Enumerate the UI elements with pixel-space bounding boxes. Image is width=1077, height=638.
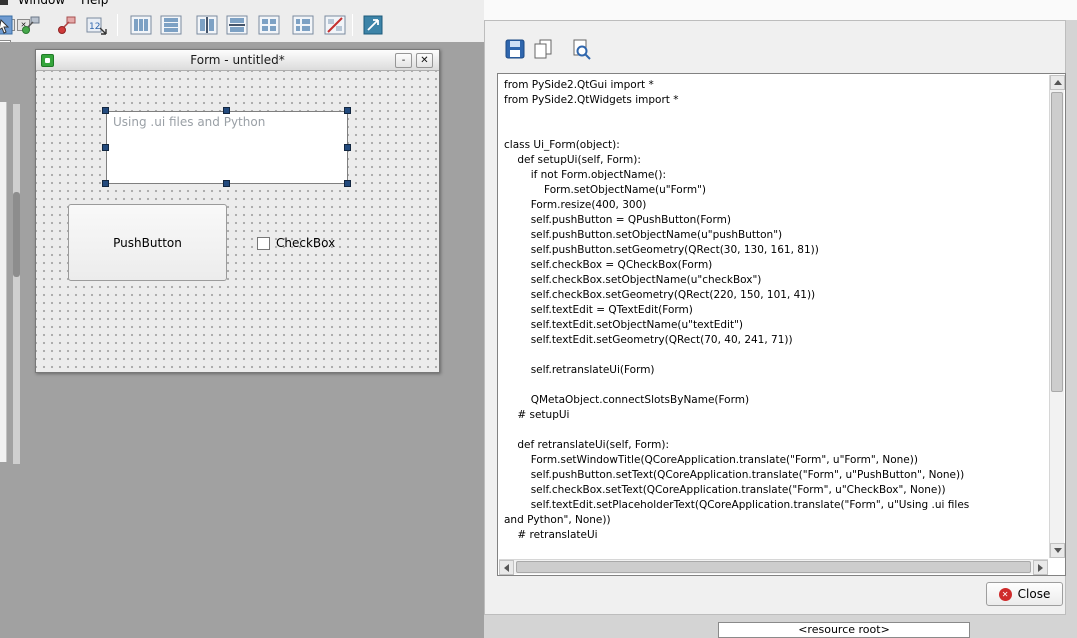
- resource-root-header[interactable]: <resource root>: [718, 622, 970, 638]
- svg-text:12: 12: [89, 22, 100, 32]
- selection-handle-n[interactable]: [223, 107, 230, 114]
- save-icon[interactable]: [503, 37, 527, 61]
- form-titlebar[interactable]: Form - untitled* - ✕: [36, 50, 439, 71]
- selection-handle-ne[interactable]: [344, 107, 351, 114]
- mdi-area: Form - untitled* - ✕ Using .ui files and…: [0, 42, 484, 638]
- scroll-right-icon[interactable]: [1033, 560, 1048, 575]
- view-code-dialog: from PySide2.QtGui import * from PySide2…: [484, 20, 1066, 615]
- textedit-widget[interactable]: Using .ui files and Python: [106, 111, 348, 184]
- find-icon[interactable]: [569, 37, 593, 61]
- horizontal-scrollbar[interactable]: [499, 559, 1048, 574]
- menu-window[interactable]: Window: [12, 0, 71, 8]
- main-toolbar: 12: [0, 10, 484, 42]
- layout-splitter-vertical-icon[interactable]: [224, 12, 250, 38]
- selection-handle-se[interactable]: [344, 180, 351, 187]
- layout-vertical-icon[interactable]: [158, 12, 184, 38]
- layout-form-icon[interactable]: [290, 12, 316, 38]
- edit-tab-order-icon[interactable]: 12: [84, 12, 110, 38]
- textedit-placeholder: Using .ui files and Python: [107, 112, 347, 132]
- toolbar-separator: [352, 14, 353, 36]
- vertical-scrollbar-thumb[interactable]: [1051, 92, 1063, 392]
- layout-horizontal-icon[interactable]: [128, 12, 154, 38]
- pushbutton-label: PushButton: [113, 236, 182, 250]
- horizontal-scrollbar-thumb[interactable]: [516, 561, 1031, 573]
- close-circle-icon: ✕: [999, 588, 1012, 601]
- minimize-button[interactable]: -: [395, 53, 412, 68]
- checkbox-label: CheckBox: [276, 236, 335, 250]
- scroll-up-icon[interactable]: [1050, 75, 1065, 90]
- form-title: Form - untitled*: [36, 53, 439, 67]
- code-viewer[interactable]: from PySide2.QtGui import * from PySide2…: [497, 73, 1066, 576]
- close-button-label: Close: [1018, 587, 1051, 601]
- toolbar-separator: [117, 14, 118, 36]
- close-button[interactable]: ✕: [416, 53, 433, 68]
- scroll-left-icon[interactable]: [499, 560, 514, 575]
- vertical-scrollbar[interactable]: [1049, 75, 1064, 558]
- dock-scrollbar-thumb[interactable]: [13, 192, 20, 277]
- layout-splitter-horizontal-icon[interactable]: [194, 12, 220, 38]
- edit-buddies-icon[interactable]: [54, 12, 80, 38]
- edit-widgets-icon[interactable]: [0, 12, 16, 38]
- copy-icon[interactable]: [531, 37, 555, 61]
- dialog-close-button[interactable]: ✕ Close: [986, 582, 1063, 606]
- menu-fragment-icon: [0, 0, 8, 5]
- adjust-size-icon[interactable]: [360, 12, 386, 38]
- selection-handle-s[interactable]: [223, 180, 230, 187]
- selection-handle-nw[interactable]: [102, 107, 109, 114]
- resource-root-label: <resource root>: [798, 623, 890, 636]
- dialog-top-strip: [484, 0, 1077, 20]
- dock-panel-edge: [0, 102, 7, 462]
- checkbox-widget[interactable]: CheckBox: [257, 234, 335, 252]
- selection-handle-w[interactable]: [102, 144, 109, 151]
- scroll-down-icon[interactable]: [1050, 543, 1065, 558]
- code-text[interactable]: from PySide2.QtGui import * from PySide2…: [504, 78, 1045, 555]
- form-canvas[interactable]: Using .ui files and Python PushButton: [36, 71, 439, 372]
- selection-handle-e[interactable]: [344, 144, 351, 151]
- dock-scrollbar-track[interactable]: [13, 104, 20, 464]
- selection-handle-sw[interactable]: [102, 180, 109, 187]
- menubar: Window Help: [0, 0, 484, 9]
- break-layout-icon[interactable]: [322, 12, 348, 38]
- layout-grid-icon[interactable]: [256, 12, 282, 38]
- pushbutton-widget[interactable]: PushButton: [68, 204, 227, 281]
- form-window: Form - untitled* - ✕ Using .ui files and…: [35, 49, 440, 373]
- right-region: from PySide2.QtGui import * from PySide2…: [484, 20, 1077, 638]
- edit-signals-slots-icon[interactable]: [18, 12, 44, 38]
- qt-designer-screen: Window Help ❐ ✕ 12: [0, 0, 1077, 638]
- menu-help[interactable]: Help: [75, 0, 114, 8]
- checkbox-box[interactable]: [257, 237, 270, 250]
